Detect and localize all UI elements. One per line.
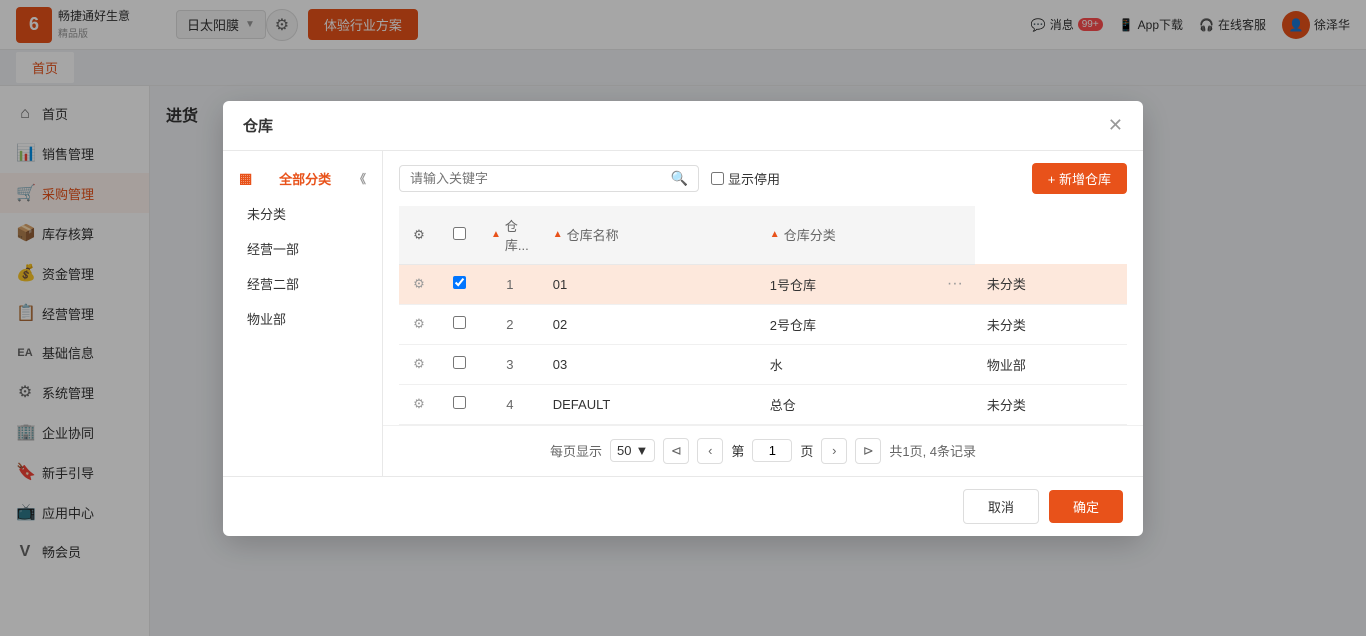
row-category: 未分类: [975, 384, 1127, 424]
last-page-button[interactable]: ⊳: [855, 438, 881, 464]
search-box: 🔍: [399, 165, 699, 192]
prev-page-button[interactable]: ‹: [697, 438, 723, 464]
row-checkbox[interactable]: [453, 356, 466, 369]
row-num: 1: [479, 264, 541, 304]
total-info: 共1页, 4条记录: [889, 441, 976, 460]
modal-title: 仓库: [243, 115, 273, 136]
confirm-button[interactable]: 确定: [1049, 490, 1123, 523]
page-number-input[interactable]: [752, 439, 792, 462]
sort-name[interactable]: ▲ 仓库名称: [553, 225, 746, 244]
row-code: 02: [541, 304, 758, 344]
table-header-row: ⚙ ▲ 仓库...: [399, 206, 1127, 265]
select-all-checkbox[interactable]: [453, 227, 466, 240]
warehouse-modal: 仓库 ✕ ▦ 全部分类 《 未分类 经营一部 经营二部 物业部: [223, 101, 1143, 536]
row-category: 物业部: [975, 344, 1127, 384]
per-page-select[interactable]: 50 ▼: [610, 439, 655, 462]
table-toolbar: 🔍 显示停用 + 新增仓库: [383, 151, 1143, 206]
row-category: 未分类: [975, 304, 1127, 344]
col-header-name: ▲ 仓库名称: [541, 206, 758, 265]
row-name: 1号仓库···: [758, 264, 975, 304]
row-code: 03: [541, 344, 758, 384]
category-header[interactable]: ▦ 全部分类 《: [223, 161, 382, 196]
row-gear[interactable]: ⚙: [399, 384, 439, 424]
row-code: 01: [541, 264, 758, 304]
row-name: 总仓: [758, 384, 975, 424]
row-code: DEFAULT: [541, 384, 758, 424]
category-panel: ▦ 全部分类 《 未分类 经营一部 经营二部 物业部: [223, 151, 383, 476]
row-checkbox[interactable]: [453, 396, 466, 409]
col-category-label: 仓库分类: [784, 225, 836, 244]
show-disabled-text: 显示停用: [728, 169, 780, 188]
add-warehouse-button[interactable]: + 新增仓库: [1032, 163, 1127, 194]
first-page-button[interactable]: ⊲: [663, 438, 689, 464]
col-code-label: 仓库...: [505, 216, 529, 254]
row-category: 未分类: [975, 264, 1127, 304]
table-row[interactable]: ⚙ 3 03 水 物业部: [399, 344, 1127, 384]
col-header-code: ▲ 仓库...: [479, 206, 541, 265]
table-row[interactable]: ⚙ 4 DEFAULT 总仓 未分类: [399, 384, 1127, 424]
modal-body: ▦ 全部分类 《 未分类 经营一部 经营二部 物业部 🔍: [223, 151, 1143, 476]
row-checkbox[interactable]: [453, 316, 466, 329]
col-header-category: ▲ 仓库分类: [758, 206, 975, 265]
row-checkbox-cell: [439, 264, 479, 304]
col-name-label: 仓库名称: [567, 225, 619, 244]
page-word: 第: [731, 441, 744, 460]
per-page-arrow: ▼: [635, 443, 648, 458]
cat-item-unclassified[interactable]: 未分类: [223, 196, 382, 231]
cat-item-property[interactable]: 物业部: [223, 301, 382, 336]
pagination: 每页显示 50 ▼ ⊲ ‹ 第 页 › ⊳ 共1页, 4条记录: [383, 425, 1143, 476]
row-name: 2号仓库: [758, 304, 975, 344]
search-icon: 🔍: [671, 170, 688, 187]
gear-icon[interactable]: ⚙: [413, 227, 425, 242]
row-num: 2: [479, 304, 541, 344]
row-checkbox[interactable]: [453, 276, 466, 289]
cancel-button[interactable]: 取消: [963, 489, 1039, 524]
search-input[interactable]: [410, 171, 665, 186]
sort-code[interactable]: ▲ 仓库...: [491, 216, 529, 254]
cat-item-operation1[interactable]: 经营一部: [223, 231, 382, 266]
col-header-check: [439, 206, 479, 265]
data-table: ⚙ ▲ 仓库...: [383, 206, 1143, 425]
close-icon[interactable]: ✕: [1108, 115, 1123, 136]
sort-icon: ▲: [491, 229, 501, 240]
next-page-button[interactable]: ›: [821, 438, 847, 464]
per-page-label: 每页显示: [550, 441, 602, 460]
row-gear[interactable]: ⚙: [399, 264, 439, 304]
row-checkbox-cell: [439, 384, 479, 424]
collapse-icon[interactable]: 《: [354, 170, 366, 187]
modal-footer: 取消 确定: [223, 476, 1143, 536]
row-gear[interactable]: ⚙: [399, 304, 439, 344]
warehouse-table: ⚙ ▲ 仓库...: [399, 206, 1127, 425]
row-gear[interactable]: ⚙: [399, 344, 439, 384]
table-row[interactable]: ⚙ 1 01 1号仓库··· 未分类: [399, 264, 1127, 304]
page-unit: 页: [800, 441, 813, 460]
row-name: 水: [758, 344, 975, 384]
modal-overlay: 仓库 ✕ ▦ 全部分类 《 未分类 经营一部 经营二部 物业部: [0, 0, 1366, 636]
row-num: 4: [479, 384, 541, 424]
row-checkbox-cell: [439, 304, 479, 344]
row-checkbox-cell: [439, 344, 479, 384]
category-grid-icon: ▦: [239, 170, 252, 187]
table-row[interactable]: ⚙ 2 02 2号仓库 未分类: [399, 304, 1127, 344]
category-header-label: 全部分类: [279, 169, 331, 188]
row-actions-icon[interactable]: ···: [947, 275, 963, 293]
table-panel: 🔍 显示停用 + 新增仓库 ⚙: [383, 151, 1143, 476]
show-disabled-label[interactable]: 显示停用: [711, 169, 780, 188]
modal-header: 仓库 ✕: [223, 101, 1143, 151]
show-disabled-checkbox[interactable]: [711, 172, 724, 185]
sort-icon-cat: ▲: [770, 229, 780, 240]
row-num: 3: [479, 344, 541, 384]
col-header-gear: ⚙: [399, 206, 439, 265]
cat-item-operation2[interactable]: 经营二部: [223, 266, 382, 301]
sort-category[interactable]: ▲ 仓库分类: [770, 225, 963, 244]
sort-icon-name: ▲: [553, 229, 563, 240]
per-page-value: 50: [617, 443, 631, 458]
